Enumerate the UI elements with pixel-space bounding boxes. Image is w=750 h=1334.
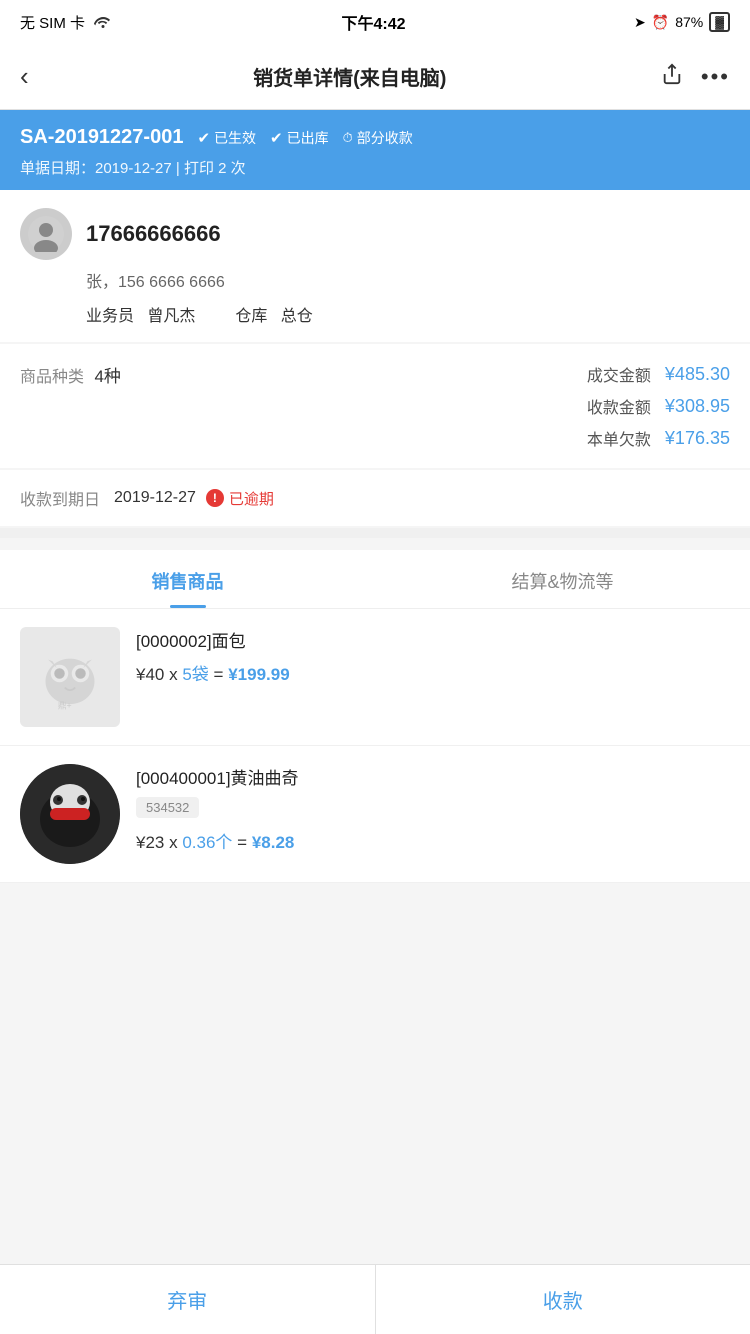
collected-label: 收款金额 [587,394,651,418]
collected-amount: ¥308.95 [665,396,730,417]
alarm-icon: ⏰ [652,14,669,31]
status-bar: 无 SIM 卡 下午4:42 ➤ ⏰ 87% ▓ [0,0,750,44]
status-carrier: 无 SIM 卡 [20,12,113,33]
product-name-2: [000400001]黄油曲奇 [136,764,730,789]
overdue-badge: ! 已逾期 [206,488,274,509]
product-info-2: [000400001]黄油曲奇 534532 ¥23 x 0.36个 = ¥8.… [136,764,730,853]
tabs-row: 销售商品 结算&物流等 [0,550,750,609]
tabs-section: 销售商品 结算&物流等 [0,550,750,609]
product-price-1: ¥40 x 5袋 = ¥199.99 [136,660,730,685]
deal-label: 成交金额 [587,362,651,386]
product-name-1: [0000002]面包 [136,627,730,652]
customer-row: 17666666666 [20,208,730,260]
status-right: ➤ ⏰ 87% ▓ [634,12,730,32]
due-date-section: 收款到期日 2019-12-27 ! 已逾期 [0,470,750,526]
warehouse-label: 仓库 [235,308,267,325]
back-button[interactable]: ‹ [20,61,29,92]
types-label: 商品种类 [20,369,84,386]
overdue-icon: ! [206,489,224,507]
list-item: [000400001]黄油曲奇 534532 ¥23 x 0.36个 = ¥8.… [0,746,750,883]
badge-effective: ✔ 已生效 [197,128,256,148]
svg-text:鼎+: 鼎+ [58,701,72,711]
due-label: 收款到期日 [20,486,100,510]
warehouse-value: 总仓 [281,308,313,325]
badge-partial: ⏱ 部分收款 [343,128,413,148]
tab-products[interactable]: 销售商品 [0,550,375,608]
owed-label: 本单欠款 [587,426,651,450]
owed-row: 本单欠款 ¥176.35 [587,426,730,450]
salesperson-field: 业务员 曾凡杰 [86,302,195,326]
deal-amount: ¥485.30 [665,364,730,385]
summary-section: 商品种类 4种 成交金额 ¥485.30 收款金额 ¥308.95 本单欠款 ¥… [0,344,750,468]
product-thumbnail-2 [20,764,120,864]
battery-text: 87% [675,14,703,30]
collected-row: 收款金额 ¥308.95 [587,394,730,418]
separator [0,528,750,538]
product-info-1: [0000002]面包 ¥40 x 5袋 = ¥199.99 [136,627,730,685]
avatar [20,208,72,260]
order-row: SA-20191227-001 ✔ 已生效 ✔ 已出库 ⏱ 部分收款 [20,126,730,149]
wifi-icon [93,12,113,32]
location-icon: ➤ [634,14,646,31]
badge-shipped: ✔ 已出库 [270,128,329,148]
product-thumbnail-1: 鼎+ [20,627,120,727]
customer-section: 17666666666 张，156 6666 6666 业务员 曾凡杰 仓库 总… [0,190,750,342]
page-title: 销货单详情(来自电脑) [39,62,661,91]
types-count: 4种 [94,367,120,386]
share-button[interactable] [661,63,683,91]
salesperson-label: 业务员 [86,308,134,325]
overdue-text: 已逾期 [229,488,274,509]
check-icon-1: ✔ [197,129,210,147]
bottom-spacer [0,883,750,963]
tab-settlement[interactable]: 结算&物流等 [375,550,750,608]
check-icon-2: ✔ [270,129,283,147]
carrier-text: 无 SIM 卡 [20,12,85,33]
product-tag: 534532 [136,797,199,818]
nav-bar: ‹ 销货单详情(来自电脑) ••• [0,44,750,110]
product-list: 鼎+ [0000002]面包 ¥40 x 5袋 = ¥199.99 [0,609,750,883]
deal-row: 成交金额 ¥485.30 [587,362,730,386]
more-button[interactable]: ••• [701,64,730,90]
order-id: SA-20191227-001 [20,126,183,149]
status-time: 下午4:42 [342,10,406,34]
header-date: 单据日期：2019-12-27 | 打印 2 次 [20,157,730,178]
customer-name: 17666666666 [86,221,221,247]
salesperson-value: 曾凡杰 [147,308,195,325]
warehouse-field: 仓库 总仓 [235,302,312,326]
header-banner: SA-20191227-001 ✔ 已生效 ✔ 已出库 ⏱ 部分收款 单据日期：… [0,110,750,190]
battery-icon: ▓ [709,12,730,32]
clock-icon: ⏱ [343,130,353,146]
nav-actions: ••• [661,63,730,91]
bottom-bar: 弃审 收款 [0,1264,750,1334]
abandon-review-button[interactable]: 弃审 [0,1265,376,1334]
customer-info: 张，156 6666 6666 [86,268,730,292]
summary-right: 成交金额 ¥485.30 收款金额 ¥308.95 本单欠款 ¥176.35 [587,362,730,450]
summary-left: 商品种类 4种 [20,362,121,387]
list-item: 鼎+ [0000002]面包 ¥40 x 5袋 = ¥199.99 [0,609,750,746]
customer-meta: 业务员 曾凡杰 仓库 总仓 [86,302,730,326]
product-price-2: ¥23 x 0.36个 = ¥8.28 [136,828,730,853]
owed-amount: ¥176.35 [665,428,730,449]
due-date-value: 2019-12-27 [114,489,196,507]
collect-payment-button[interactable]: 收款 [376,1265,750,1334]
